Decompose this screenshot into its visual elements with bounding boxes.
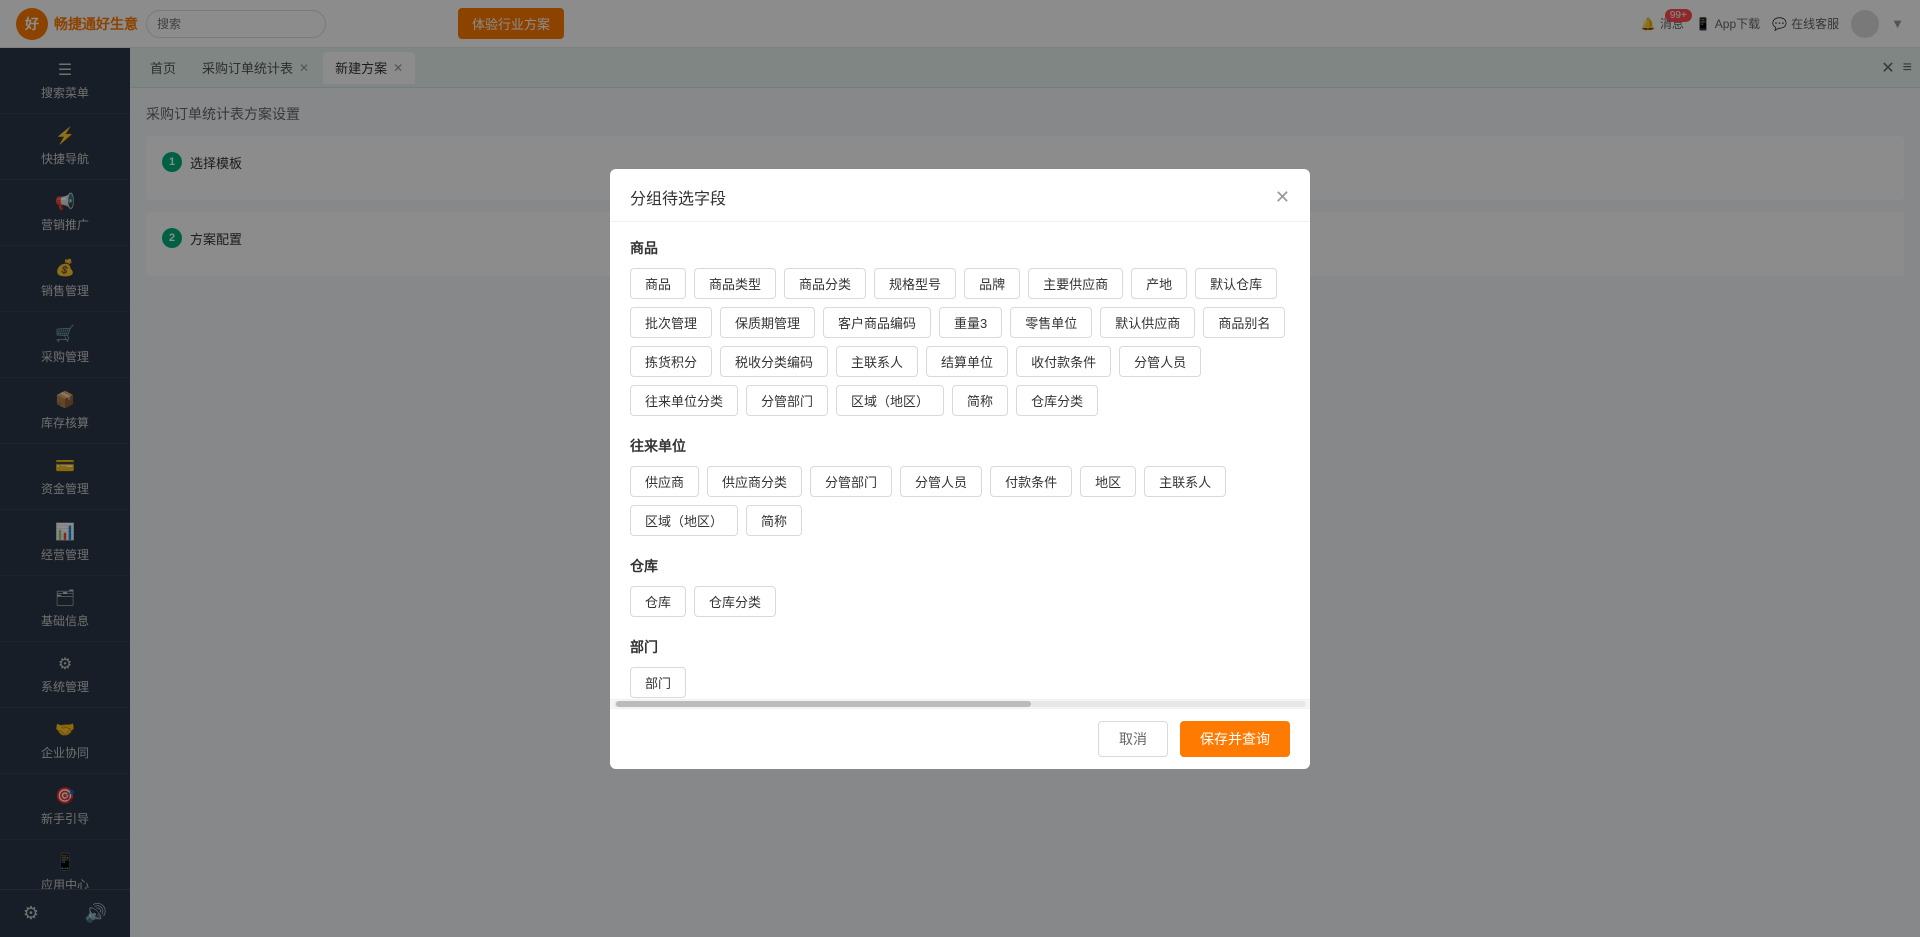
field-tag[interactable]: 分管部门 — [746, 385, 828, 416]
field-tag[interactable]: 客户商品编码 — [823, 307, 931, 338]
field-tag[interactable]: 简称 — [746, 505, 802, 536]
field-tag[interactable]: 区域（地区） — [630, 505, 738, 536]
field-tag[interactable]: 商品类型 — [694, 268, 776, 299]
field-tag[interactable]: 分管人员 — [1119, 346, 1201, 377]
modal-overlay: 分组待选字段 ✕ 商品 商品 商品类型 商品分类 规格型号 品牌 主要供应商 产… — [0, 0, 1920, 937]
modal-footer: 取消 保存并查询 — [610, 708, 1310, 769]
field-tag[interactable]: 主联系人 — [836, 346, 918, 377]
section-warehouse-fields: 仓库 仓库分类 — [630, 586, 1290, 617]
field-tag[interactable]: 部门 — [630, 667, 686, 698]
field-tag[interactable]: 重量3 — [939, 307, 1002, 338]
field-tag[interactable]: 分管部门 — [810, 466, 892, 497]
section-warehouse-title: 仓库 — [630, 556, 1290, 576]
field-tag[interactable]: 主联系人 — [1144, 466, 1226, 497]
section-warehouse: 仓库 仓库 仓库分类 — [630, 556, 1290, 617]
field-tag[interactable]: 收付款条件 — [1016, 346, 1111, 377]
field-tag[interactable]: 区域（地区） — [836, 385, 944, 416]
field-tag[interactable]: 规格型号 — [874, 268, 956, 299]
field-tag[interactable]: 商品分类 — [784, 268, 866, 299]
field-tag[interactable]: 默认仓库 — [1195, 268, 1277, 299]
field-tag[interactable]: 品牌 — [964, 268, 1020, 299]
field-tag[interactable]: 拣货积分 — [630, 346, 712, 377]
field-tag[interactable]: 主要供应商 — [1028, 268, 1123, 299]
section-partner-title: 往来单位 — [630, 436, 1290, 456]
section-partner-fields: 供应商 供应商分类 分管部门 分管人员 付款条件 地区 主联系人 区域（地区） … — [630, 466, 1290, 536]
field-tag[interactable]: 付款条件 — [990, 466, 1072, 497]
field-tag[interactable]: 结算单位 — [926, 346, 1008, 377]
field-tag[interactable]: 零售单位 — [1010, 307, 1092, 338]
field-tag[interactable]: 简称 — [952, 385, 1008, 416]
modal-dialog: 分组待选字段 ✕ 商品 商品 商品类型 商品分类 规格型号 品牌 主要供应商 产… — [610, 169, 1310, 769]
modal-header: 分组待选字段 ✕ — [610, 169, 1310, 222]
field-tag[interactable]: 保质期管理 — [720, 307, 815, 338]
section-partner: 往来单位 供应商 供应商分类 分管部门 分管人员 付款条件 地区 主联系人 区域… — [630, 436, 1290, 536]
modal-horizontal-scroll[interactable] — [610, 699, 1310, 707]
field-tag[interactable]: 税收分类编码 — [720, 346, 828, 377]
field-tag[interactable]: 商品别名 — [1203, 307, 1285, 338]
field-tag[interactable]: 供应商 — [630, 466, 699, 497]
section-department-title: 部门 — [630, 637, 1290, 657]
field-tag[interactable]: 供应商分类 — [707, 466, 802, 497]
cancel-button[interactable]: 取消 — [1098, 721, 1168, 757]
section-product-fields: 商品 商品类型 商品分类 规格型号 品牌 主要供应商 产地 默认仓库 批次管理 … — [630, 268, 1290, 416]
field-tag[interactable]: 仓库分类 — [694, 586, 776, 617]
field-tag[interactable]: 往来单位分类 — [630, 385, 738, 416]
modal-title: 分组待选字段 — [630, 185, 726, 209]
field-tag[interactable]: 默认供应商 — [1100, 307, 1195, 338]
confirm-button[interactable]: 保存并查询 — [1180, 721, 1290, 757]
field-tag[interactable]: 商品 — [630, 268, 686, 299]
modal-close-button[interactable]: ✕ — [1275, 188, 1290, 206]
field-tag[interactable]: 地区 — [1080, 466, 1136, 497]
section-department: 部门 部门 — [630, 637, 1290, 698]
section-product: 商品 商品 商品类型 商品分类 规格型号 品牌 主要供应商 产地 默认仓库 批次… — [630, 238, 1290, 416]
modal-body: 商品 商品 商品类型 商品分类 规格型号 品牌 主要供应商 产地 默认仓库 批次… — [610, 222, 1310, 700]
section-product-title: 商品 — [630, 238, 1290, 258]
section-department-fields: 部门 — [630, 667, 1290, 698]
field-tag[interactable]: 分管人员 — [900, 466, 982, 497]
field-tag[interactable]: 批次管理 — [630, 307, 712, 338]
field-tag[interactable]: 仓库 — [630, 586, 686, 617]
field-tag[interactable]: 仓库分类 — [1016, 385, 1098, 416]
field-tag[interactable]: 产地 — [1131, 268, 1187, 299]
